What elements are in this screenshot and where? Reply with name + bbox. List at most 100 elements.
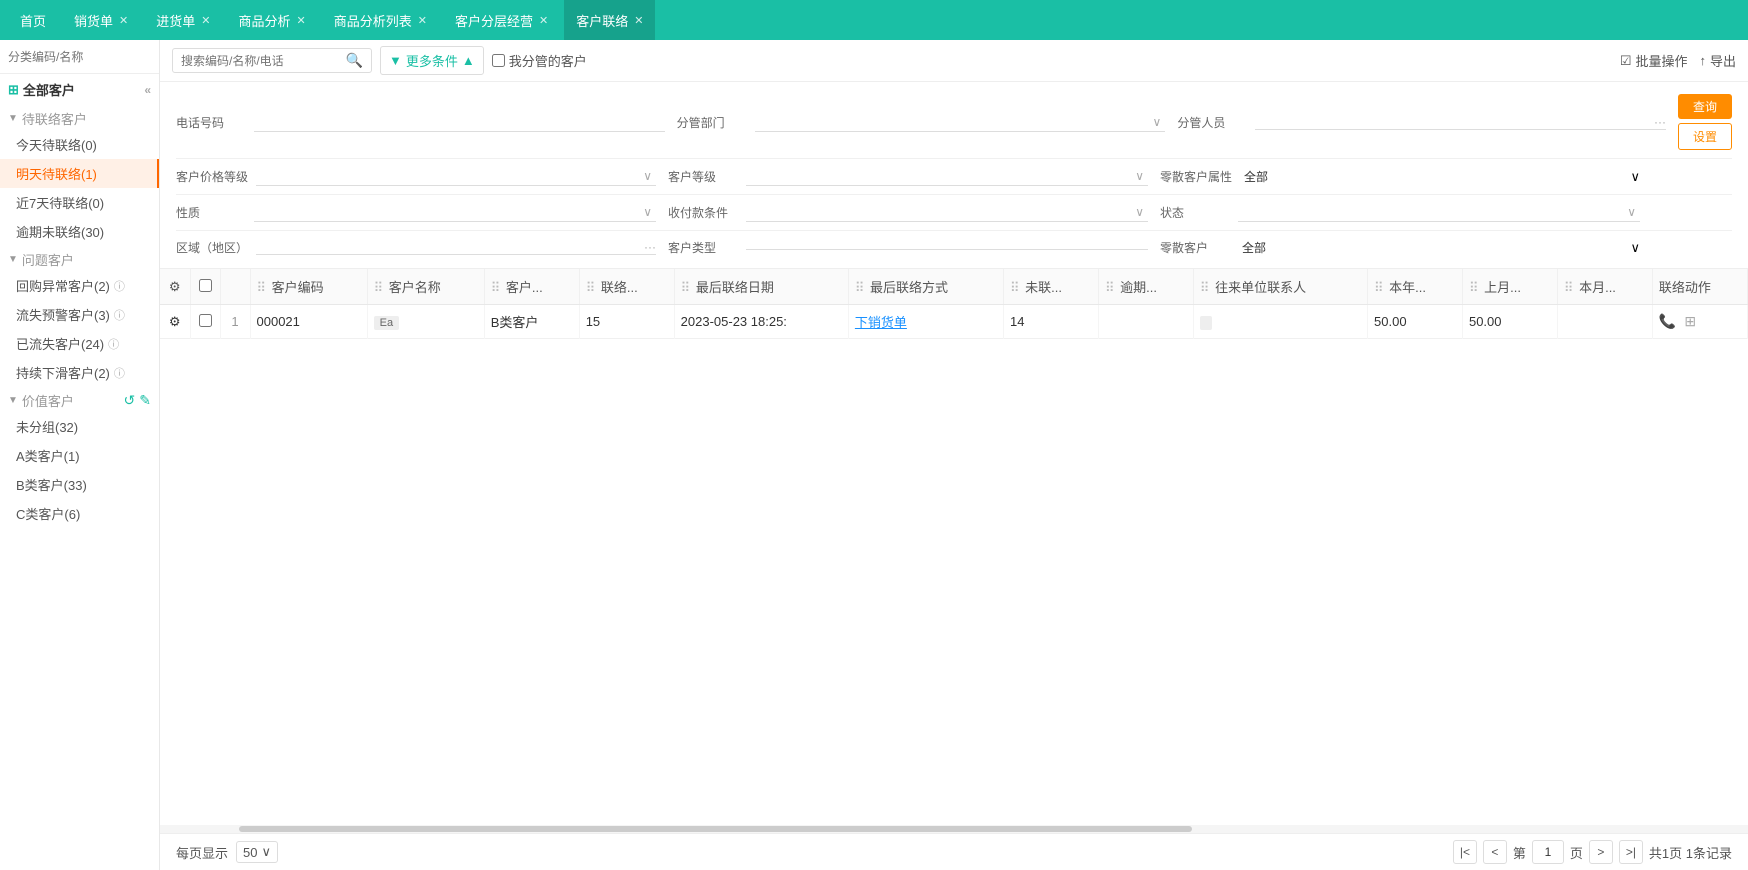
action-phone-icon[interactable]: 📞 <box>1659 313 1676 330</box>
sidebar-item-tomorrow[interactable]: 明天待联络(1) <box>0 159 159 188</box>
nav-product-analysis-close[interactable]: ✕ <box>297 14 306 27</box>
sidebar-item-overdue[interactable]: 逾期未联络(30) <box>0 217 159 246</box>
batch-op-btn[interactable]: ☑ 批量操作 <box>1620 51 1688 70</box>
sidebar-all-customers[interactable]: ⊞ 全部客户 « <box>0 74 159 105</box>
row-uncontact: 14 <box>1004 305 1099 339</box>
my-customers-check[interactable]: 我分管的客户 <box>492 51 587 70</box>
filter-nature-label: 性质 <box>176 204 246 221</box>
payment-chevron-icon: ∨ <box>1135 205 1144 219</box>
col-num <box>220 269 250 305</box>
sidebar-item-today[interactable]: 今天待联络(0) <box>0 130 159 159</box>
page-first-btn[interactable]: |< <box>1453 840 1477 864</box>
col-unit-contact[interactable]: ⠿ 往来单位联系人 <box>1193 269 1367 305</box>
filter-payment-select[interactable]: ∨ <box>746 203 1148 222</box>
col-this-year[interactable]: ⠿ 本年... <box>1368 269 1463 305</box>
sidebar-item-ungrouped[interactable]: 未分组(32) <box>0 412 159 441</box>
nav-product-analysis-list-label: 商品分析列表 <box>334 11 412 30</box>
nav-home[interactable]: 首页 <box>8 0 58 40</box>
table-row: ⚙ 1 000021 Ea B类客户 15 2023-05-23 18:25: … <box>160 305 1748 339</box>
row-gear[interactable]: ⚙ <box>160 305 190 339</box>
filter-nature-select[interactable]: ∨ <box>254 203 656 222</box>
info-icon-0: ⓘ <box>114 278 125 294</box>
filter-phone-label: 电话号码 <box>176 114 246 131</box>
col-customer-code[interactable]: ⠿ 客户编码 <box>250 269 367 305</box>
row-check[interactable] <box>190 305 220 339</box>
col-this-month[interactable]: ⠿ 本月... <box>1557 269 1652 305</box>
nav-customer-tier-close[interactable]: ✕ <box>539 14 548 27</box>
col-customer-name[interactable]: ⠿ 客户名称 <box>367 269 484 305</box>
col-last-contact-date[interactable]: ⠿ 最后联络日期 <box>674 269 848 305</box>
filter-retail-field: 零散客户 全部 ∨ <box>1160 239 1640 256</box>
nav-sales-close[interactable]: ✕ <box>119 14 128 27</box>
main-search-icon[interactable]: 🔍 <box>346 52 363 69</box>
nav-sales-order[interactable]: 销货单 ✕ <box>62 0 140 40</box>
main-search-input[interactable] <box>181 54 346 68</box>
sidebar-item-c-class[interactable]: C类客户(6) <box>0 499 159 528</box>
sidebar-item-declining[interactable]: 持续下滑客户(2) ⓘ <box>0 358 159 387</box>
more-filter-btn[interactable]: ▼ 更多条件 ▲ <box>380 46 484 75</box>
row-contact-method-link[interactable]: 下销货单 <box>855 315 907 330</box>
col-check[interactable] <box>190 269 220 305</box>
page-prev-btn[interactable]: < <box>1483 840 1507 864</box>
sidebar-item-7days[interactable]: 近7天待联络(0) <box>0 188 159 217</box>
filter-phone-input[interactable] <box>254 113 665 132</box>
action-grid-icon[interactable]: ⊞ <box>1684 313 1696 330</box>
filter-region-label: 区域（地区） <box>176 239 248 256</box>
nav-purchase[interactable]: 进货单 ✕ <box>144 0 222 40</box>
col-uncontact[interactable]: ⠿ 未联... <box>1004 269 1099 305</box>
sidebar-item-b-class[interactable]: B类客户(33) <box>0 470 159 499</box>
retail-attr-chevron-icon[interactable]: ∨ <box>1630 169 1640 185</box>
nav-product-analysis-list-close[interactable]: ✕ <box>418 14 427 27</box>
row-last-contact-method[interactable]: 下销货单 <box>848 305 1003 339</box>
nav-customer-contact[interactable]: 客户联络 ✕ <box>564 0 655 40</box>
sidebar-search-input[interactable] <box>8 50 160 64</box>
col-gear[interactable]: ⚙ <box>160 269 190 305</box>
filter-status-label: 状态 <box>1160 204 1230 221</box>
sidebar-item-churn-warning[interactable]: 流失预警客户(3) ⓘ <box>0 300 159 329</box>
nav-purchase-close[interactable]: ✕ <box>201 14 210 27</box>
row-checkbox[interactable] <box>199 314 212 327</box>
col-overdue[interactable]: ⠿ 逾期... <box>1098 269 1193 305</box>
table-container: ⚙ ⠿ 客户编码 ⠿ 客户名称 ⠿ 客户... <box>160 269 1748 825</box>
scroll-bar[interactable] <box>160 825 1748 833</box>
retail-chevron-icon[interactable]: ∨ <box>1630 240 1640 256</box>
filter-price-level-select[interactable]: ∨ <box>256 167 656 186</box>
page-next-btn[interactable]: > <box>1589 840 1613 864</box>
nav-customer-contact-close[interactable]: ✕ <box>634 14 643 27</box>
value-edit-icon[interactable]: ✎ <box>139 392 151 409</box>
value-refresh-icon[interactable]: ↺ <box>124 392 136 409</box>
col-customer-category[interactable]: ⠿ 客户... <box>484 269 579 305</box>
nav-product-analysis-list[interactable]: 商品分析列表 ✕ <box>322 0 439 40</box>
export-btn[interactable]: ↑ 导出 <box>1699 51 1736 70</box>
row-last-contact-date: 2023-05-23 18:25: <box>674 305 848 339</box>
sidebar-collapse-icon[interactable]: « <box>144 83 151 97</box>
filter-person-ellipsis[interactable]: ··· <box>1654 115 1666 129</box>
nav-product-analysis[interactable]: 商品分析 ✕ <box>226 0 317 40</box>
reset-btn[interactable]: 设置 <box>1678 123 1732 150</box>
page-size-select[interactable]: 50 ∨ <box>236 841 278 863</box>
filter-customer-type-select[interactable] <box>746 245 1148 250</box>
col-icon-contact: ⠿ <box>586 280 596 295</box>
col-last-month[interactable]: ⠿ 上月... <box>1462 269 1557 305</box>
page-last-btn[interactable]: >| <box>1619 840 1643 864</box>
my-customers-checkbox[interactable] <box>492 54 505 67</box>
page-input[interactable] <box>1532 840 1564 864</box>
filter-row-3: 性质 ∨ 收付款条件 ∨ 状态 ∨ <box>176 199 1732 226</box>
col-last-contact-method[interactable]: ⠿ 最后联络方式 <box>848 269 1003 305</box>
filter-dept-select[interactable]: ∨ <box>755 113 1166 132</box>
sidebar-item-a-class[interactable]: A类客户(1) <box>0 441 159 470</box>
filter-retail-attr-value: 全部 <box>1244 168 1268 185</box>
col-action: 联络动作 <box>1652 269 1747 305</box>
query-btn[interactable]: 查询 <box>1678 94 1732 119</box>
col-contact-count[interactable]: ⠿ 联络... <box>579 269 674 305</box>
main-search-wrapper[interactable]: 🔍 <box>172 48 372 73</box>
col-icon-this-month: ⠿ <box>1564 280 1574 295</box>
select-all-checkbox[interactable] <box>199 279 212 292</box>
scroll-bar-thumb[interactable] <box>239 826 1192 832</box>
sidebar-item-churned[interactable]: 已流失客户(24) ⓘ <box>0 329 159 358</box>
filter-region-ellipsis[interactable]: ··· <box>644 240 656 254</box>
sidebar-item-repurchase-abnormal[interactable]: 回购异常客户(2) ⓘ <box>0 271 159 300</box>
filter-status-select[interactable]: ∨ <box>1238 203 1640 222</box>
nav-customer-tier[interactable]: 客户分层经营 ✕ <box>443 0 560 40</box>
filter-customer-level-select[interactable]: ∨ <box>746 167 1148 186</box>
